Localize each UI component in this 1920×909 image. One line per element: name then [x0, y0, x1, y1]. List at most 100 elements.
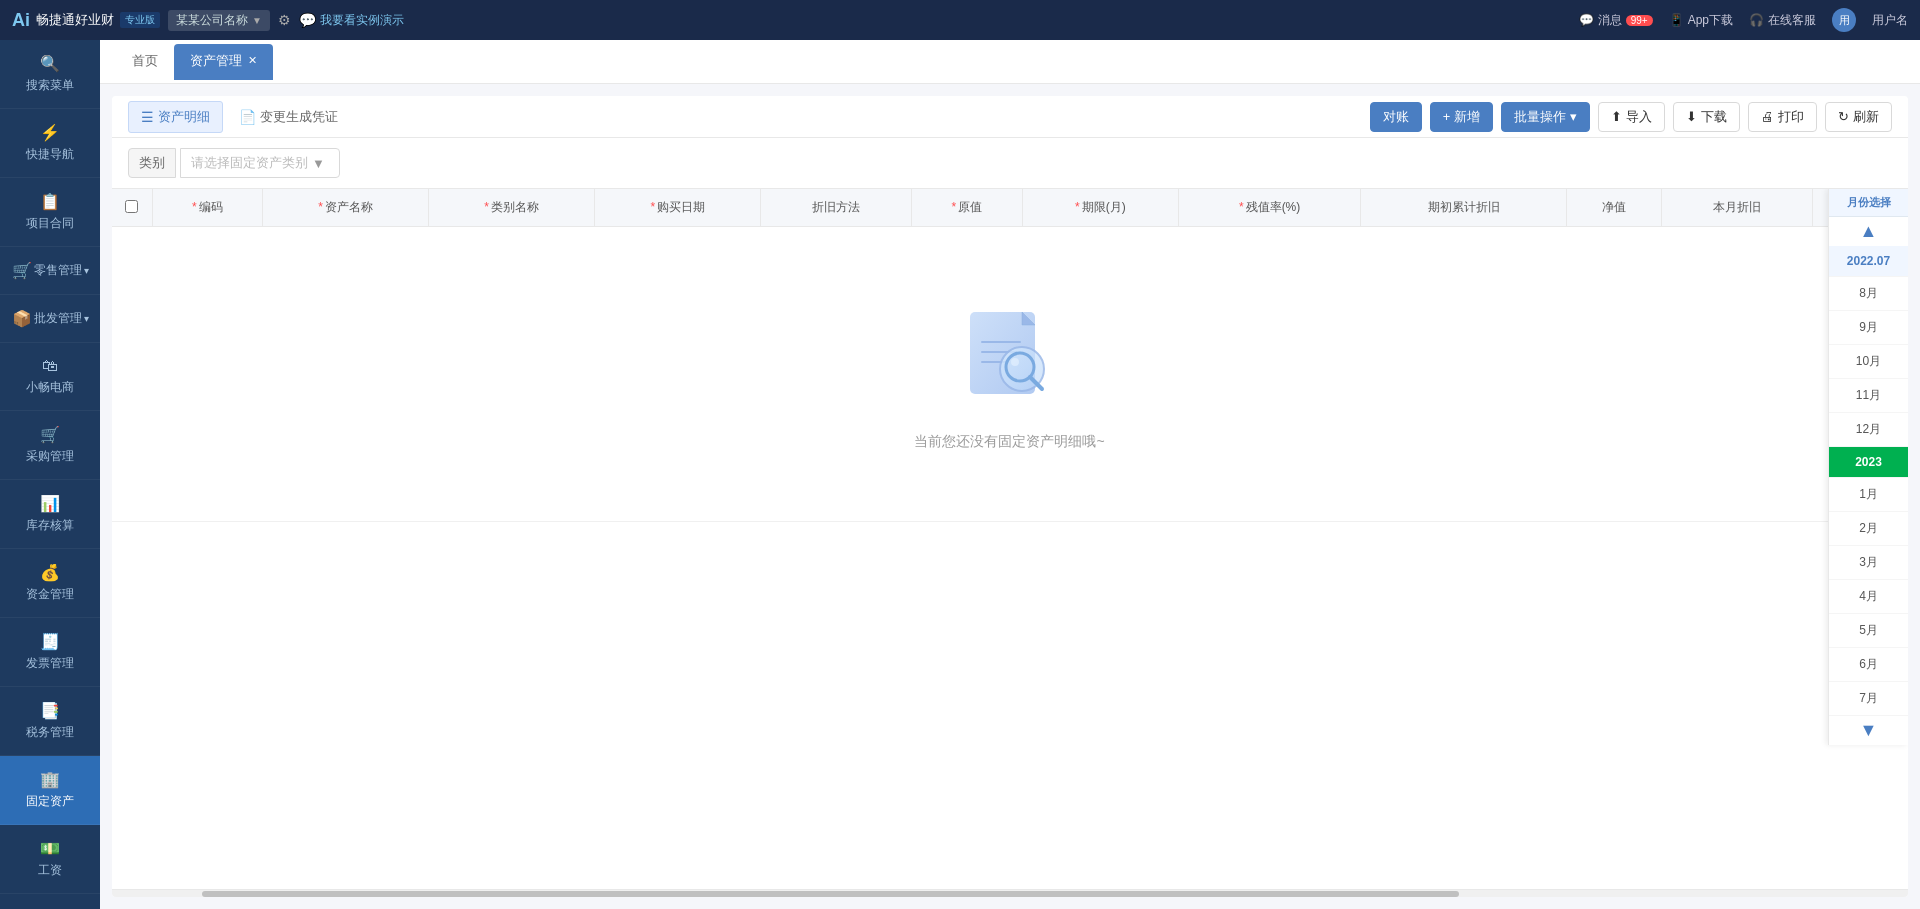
main-body: ☰ 资产明细 📄 变更生成凭证 对账 + 新增 [100, 84, 1920, 909]
month-item-2023-3[interactable]: 3月 [1829, 546, 1908, 580]
user-initial: 用 [1839, 13, 1850, 28]
inventory-icon: 📊 [40, 494, 60, 513]
month-10-text: 10月 [1856, 354, 1881, 368]
tab-assets-mgmt[interactable]: 资产管理 ✕ [174, 44, 273, 80]
month-down-button[interactable]: ▼ [1856, 716, 1882, 745]
app-download-btn[interactable]: 📱 App下载 [1669, 12, 1733, 29]
category-chevron-icon: ▼ [312, 156, 325, 171]
month-3-2023-text: 3月 [1859, 555, 1878, 569]
sidebar-item-search[interactable]: 🔍 搜索菜单 [0, 40, 100, 109]
th-category: *类别名称 [429, 189, 595, 227]
subtab-change-voucher-label: 变更生成凭证 [260, 108, 338, 126]
month-11-text: 11月 [1856, 388, 1881, 402]
month-item-2023-7[interactable]: 7月 [1829, 682, 1908, 716]
tab-home[interactable]: 首页 [116, 44, 174, 80]
month-item-2023-6[interactable]: 6月 [1829, 648, 1908, 682]
settings-icon[interactable]: ⚙ [278, 12, 291, 28]
month-12-text: 12月 [1856, 422, 1881, 436]
refresh-button[interactable]: ↻ 刷新 [1825, 102, 1892, 132]
company-selector[interactable]: 某某公司名称 ▼ [168, 10, 270, 31]
purchase-icon: 🛒 [40, 425, 60, 444]
th-residual-rate: *残值率(%) [1179, 189, 1361, 227]
batch-ops-button[interactable]: 批量操作 ▾ [1501, 102, 1590, 132]
sidebar-item-inventory[interactable]: 📊 库存核算 [0, 480, 100, 549]
batch-chevron-icon: ▾ [1570, 109, 1577, 124]
sidebar-label-finance: 资金管理 [26, 586, 74, 603]
search-icon: 🔍 [40, 54, 60, 73]
th-name: *资产名称 [262, 189, 428, 227]
month-panel: 月份选择 ▲ 2022.07 8月 9月 10月 11月 12 [1828, 189, 1908, 745]
main-layout: 🔍 搜索菜单 ⚡ 快捷导航 📋 项目合同 🛒 零售管理 ▾ 📦 批发管理 ▾ 🛍… [0, 40, 1920, 909]
month-9-text: 9月 [1859, 320, 1878, 334]
import-button[interactable]: ⬆ 导入 [1598, 102, 1665, 132]
th-period: *期限(月) [1022, 189, 1179, 227]
app-edition: 专业版 [120, 12, 160, 28]
tab-home-label: 首页 [132, 52, 158, 70]
tab-close-icon[interactable]: ✕ [248, 54, 257, 67]
import-label: 导入 [1626, 108, 1652, 126]
print-label: 打印 [1778, 108, 1804, 126]
headset-icon: 🎧 [1749, 13, 1764, 27]
sidebar-item-assets[interactable]: 🏢 固定资产 [0, 756, 100, 825]
month-up-button[interactable]: ▲ [1856, 217, 1882, 246]
download-button[interactable]: ⬇ 下载 [1673, 102, 1740, 132]
message-icon: 💬 [1579, 13, 1594, 27]
subtab-asset-detail[interactable]: ☰ 资产明细 [128, 101, 223, 133]
month-item-2023-1[interactable]: 1月 [1829, 478, 1908, 512]
online-service-btn[interactable]: 🎧 在线客服 [1749, 12, 1816, 29]
subtab-change-voucher[interactable]: 📄 变更生成凭证 [227, 102, 350, 132]
print-button[interactable]: 🖨 打印 [1748, 102, 1817, 132]
sidebar-label-assets: 固定资产 [26, 793, 74, 810]
horizontal-scrollbar[interactable] [112, 889, 1908, 897]
sidebar-item-wholesale[interactable]: 📦 批发管理 ▾ [0, 295, 100, 343]
sidebar-item-operations[interactable]: 📈 经营管理 [0, 894, 100, 909]
year-2023-text: 2023 [1855, 455, 1882, 469]
wholesale-icon: 📦 [12, 309, 32, 328]
category-placeholder: 请选择固定资产类别 [191, 154, 308, 172]
table-header-row: *编码 *资产名称 *类别名称 *购买日期 折旧方法 *原值 *期限(月) *残… [112, 189, 1908, 227]
sidebar-item-finance[interactable]: 💰 资金管理 [0, 549, 100, 618]
sidebar-item-invoice[interactable]: 🧾 发票管理 [0, 618, 100, 687]
sidebar-item-quicknav[interactable]: ⚡ 快捷导航 [0, 109, 100, 178]
month-item-2023-2[interactable]: 2月 [1829, 512, 1908, 546]
year-2022-text: 2022.07 [1847, 254, 1890, 268]
category-dropdown[interactable]: 请选择固定资产类别 ▼ [180, 148, 340, 178]
payroll-icon: 💵 [40, 839, 60, 858]
user-avatar[interactable]: 用 [1832, 8, 1856, 32]
sidebar-item-ecommerce[interactable]: 🛍 小畅电商 [0, 343, 100, 411]
month-item-8[interactable]: 8月 [1829, 277, 1908, 311]
sidebar-item-purchase[interactable]: 🛒 采购管理 [0, 411, 100, 480]
select-all-checkbox[interactable] [125, 200, 138, 213]
table-area: *编码 *资产名称 *类别名称 *购买日期 折旧方法 *原值 *期限(月) *残… [112, 189, 1908, 889]
svg-point-9 [1011, 358, 1019, 366]
sidebar-label-search: 搜索菜单 [26, 77, 74, 94]
reconcile-button[interactable]: 对账 [1370, 102, 1422, 132]
download-label: 下载 [1701, 108, 1727, 126]
top-bar-right: 💬 消息 99+ 📱 App下载 🎧 在线客服 用 用户名 [1579, 8, 1908, 32]
message-btn[interactable]: 💬 消息 99+ [1579, 12, 1653, 29]
month-item-9[interactable]: 9月 [1829, 311, 1908, 345]
th-checkbox [112, 189, 152, 227]
sidebar-item-tax[interactable]: 📑 税务管理 [0, 687, 100, 756]
list-icon: ☰ [141, 109, 154, 125]
sidebar-item-contract[interactable]: 📋 项目合同 [0, 178, 100, 247]
empty-state-cell: 当前您还没有固定资产明细哦~ [112, 227, 1908, 522]
month-7-2023-text: 7月 [1859, 691, 1878, 705]
month-item-2023-5[interactable]: 5月 [1829, 614, 1908, 648]
empty-illustration [950, 297, 1070, 417]
top-bar: Ai 畅捷通好业财 专业版 某某公司名称 ▼ ⚙ 💬 我要看实例演示 💬 消息 … [0, 0, 1920, 40]
month-panel-title: 月份选择 [1829, 189, 1908, 217]
demo-link[interactable]: 💬 我要看实例演示 [299, 12, 404, 29]
month-item-11[interactable]: 11月 [1829, 379, 1908, 413]
year-2022-label[interactable]: 2022.07 [1829, 246, 1908, 277]
month-item-2023-4[interactable]: 4月 [1829, 580, 1908, 614]
sidebar-label-quicknav: 快捷导航 [26, 146, 74, 163]
month-item-10[interactable]: 10月 [1829, 345, 1908, 379]
sidebar-item-payroll[interactable]: 💵 工资 [0, 825, 100, 894]
add-new-button[interactable]: + 新增 [1430, 102, 1493, 132]
month-item-12[interactable]: 12月 [1829, 413, 1908, 447]
sidebar-item-retail[interactable]: 🛒 零售管理 ▾ [0, 247, 100, 295]
assets-icon: 🏢 [40, 770, 60, 789]
year-2023-label[interactable]: 2023 [1829, 447, 1908, 478]
month-4-2023-text: 4月 [1859, 589, 1878, 603]
